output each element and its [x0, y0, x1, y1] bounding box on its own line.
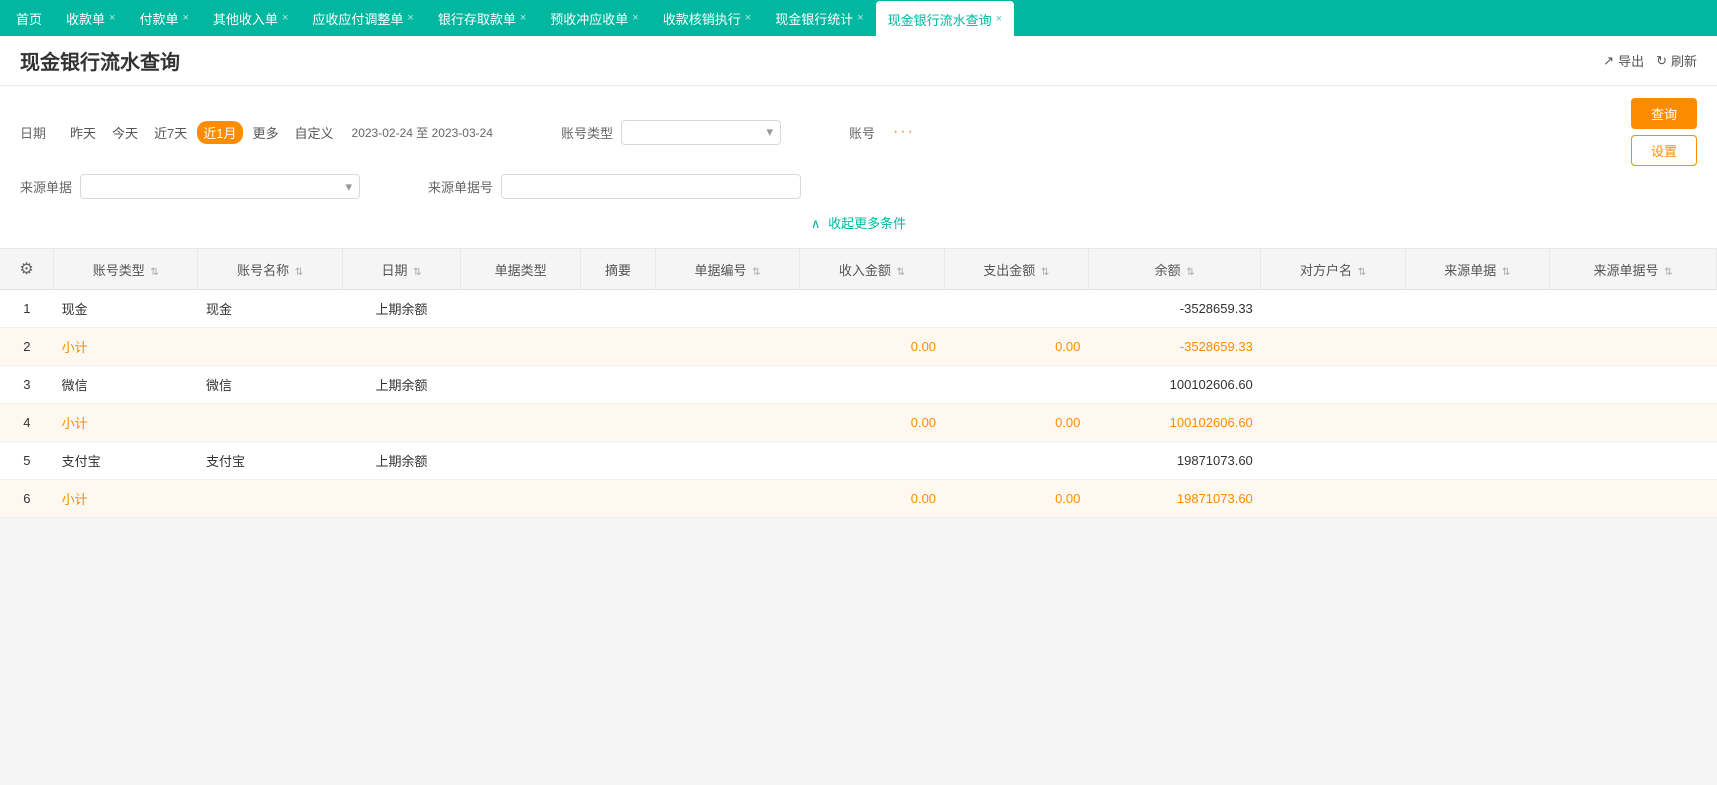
- shortcut-more[interactable]: 更多: [247, 121, 285, 144]
- col-doc-no[interactable]: 单据编号 ⇅: [655, 249, 799, 290]
- col-account-type[interactable]: 账号类型 ⇅: [54, 249, 198, 290]
- table-header: ⚙ 账号类型 ⇅ 账号名称 ⇅ 日期 ⇅ 单据类型 摘要 单据编号 ⇅ 收入金额…: [0, 249, 1717, 290]
- col-expense[interactable]: 支出金额 ⇅: [944, 249, 1088, 290]
- account-group: 账号 ···: [849, 123, 915, 142]
- source-doc-label: 来源单据: [20, 177, 72, 196]
- sort-icon: ⇅: [752, 267, 760, 278]
- col-balance[interactable]: 余额 ⇅: [1088, 249, 1260, 290]
- account-type-group: 账号类型: [561, 120, 781, 145]
- col-source-doc-no[interactable]: 来源单据号 ⇅: [1549, 249, 1716, 290]
- close-icon[interactable]: ×: [857, 12, 863, 24]
- header-actions: ↗ 导出 ↻ 刷新: [1603, 51, 1697, 70]
- refresh-icon: ↻: [1656, 53, 1667, 69]
- account-type-select[interactable]: [621, 120, 781, 145]
- close-icon[interactable]: ×: [407, 12, 413, 24]
- action-buttons: 查询 设置: [1631, 98, 1697, 166]
- setting-button[interactable]: 设置: [1631, 135, 1697, 166]
- table-row: 1现金现金上期余额-3528659.33: [0, 290, 1717, 328]
- page-header: 现金银行流水查询 ↗ 导出 ↻ 刷新: [0, 36, 1717, 86]
- data-table: ⚙ 账号类型 ⇅ 账号名称 ⇅ 日期 ⇅ 单据类型 摘要 单据编号 ⇅ 收入金额…: [0, 249, 1717, 518]
- col-income[interactable]: 收入金额 ⇅: [800, 249, 944, 290]
- header-row: ⚙ 账号类型 ⇅ 账号名称 ⇅ 日期 ⇅ 单据类型 摘要 单据编号 ⇅ 收入金额…: [0, 249, 1717, 290]
- source-doc-no-group: 来源单据号: [428, 174, 801, 199]
- close-icon[interactable]: ×: [632, 12, 638, 24]
- chevron-up-icon: ∧: [811, 216, 821, 231]
- source-doc-select[interactable]: [80, 174, 360, 199]
- collapse-bar[interactable]: ∧ 收起更多条件: [20, 207, 1697, 236]
- col-source-doc[interactable]: 来源单据 ⇅: [1405, 249, 1549, 290]
- sort-icon: ⇅: [1041, 267, 1049, 278]
- sort-icon: ⇅: [1664, 267, 1672, 278]
- shortcut-yesterday[interactable]: 昨天: [64, 121, 102, 144]
- refresh-button[interactable]: ↻ 刷新: [1656, 51, 1697, 70]
- col-summary: 摘要: [581, 249, 656, 290]
- sort-icon: ⇅: [1502, 267, 1510, 278]
- source-doc-no-label: 来源单据号: [428, 177, 493, 196]
- date-label: 日期: [20, 123, 56, 142]
- sort-icon: ⇅: [896, 267, 904, 278]
- table-row: 4小计0.000.00100102606.60: [0, 404, 1717, 442]
- shortcut-today[interactable]: 今天: [106, 121, 144, 144]
- export-icon: ↗: [1603, 53, 1614, 69]
- sort-icon: ⇅: [413, 267, 421, 278]
- date-range: 2023-02-24 至 2023-03-24: [352, 124, 493, 141]
- filter-row-source: 来源单据 来源单据号: [20, 174, 1697, 199]
- sort-icon: ⇅: [1358, 267, 1366, 278]
- more-dots-icon[interactable]: ···: [893, 123, 915, 141]
- nav-advance[interactable]: 预收冲应收单 ×: [538, 0, 650, 36]
- table-row: 6小计0.000.0019871073.60: [0, 480, 1717, 518]
- shortcut-custom[interactable]: 自定义: [289, 121, 340, 144]
- close-icon[interactable]: ×: [109, 12, 115, 24]
- shortcut-7days[interactable]: 近7天: [148, 121, 193, 144]
- sort-icon: ⇅: [295, 267, 303, 278]
- close-icon[interactable]: ×: [996, 13, 1002, 25]
- filter-row-date: 日期 昨天 今天 近7天 近1月 更多 自定义 2023-02-24 至 202…: [20, 98, 1697, 166]
- nav-verification[interactable]: 收款核销执行 ×: [651, 0, 763, 36]
- sort-icon: ⇅: [1186, 267, 1194, 278]
- filter-area: 日期 昨天 今天 近7天 近1月 更多 自定义 2023-02-24 至 202…: [0, 86, 1717, 249]
- account-type-select-wrapper: [621, 120, 781, 145]
- table-container: ⚙ 账号类型 ⇅ 账号名称 ⇅ 日期 ⇅ 单据类型 摘要 单据编号 ⇅ 收入金额…: [0, 249, 1717, 518]
- nav-cash-bank-stats[interactable]: 现金银行统计 ×: [763, 0, 875, 36]
- nav-payment[interactable]: 付款单 ×: [127, 0, 200, 36]
- gear-icon: ⚙: [19, 261, 33, 278]
- close-icon[interactable]: ×: [745, 12, 751, 24]
- nav-bank-deposit[interactable]: 银行存取款单 ×: [426, 0, 538, 36]
- close-icon[interactable]: ×: [520, 12, 526, 24]
- date-shortcuts: 昨天 今天 近7天 近1月 更多 自定义: [64, 121, 340, 144]
- source-doc-no-input[interactable]: [501, 174, 801, 199]
- col-date[interactable]: 日期 ⇅: [342, 249, 460, 290]
- table-row: 5支付宝支付宝上期余额19871073.60: [0, 442, 1717, 480]
- shortcut-1month[interactable]: 近1月: [197, 121, 242, 144]
- table-row: 2小计0.000.00-3528659.33: [0, 328, 1717, 366]
- account-label: 账号: [849, 123, 885, 142]
- nav-cash-bank-flow[interactable]: 现金银行流水查询 ×: [876, 1, 1014, 36]
- table-row: 3微信微信上期余额100102606.60: [0, 366, 1717, 404]
- nav-home[interactable]: 首页: [4, 0, 54, 36]
- source-doc-select-wrapper: [80, 174, 360, 199]
- close-icon[interactable]: ×: [282, 12, 288, 24]
- nav-receipt[interactable]: 收款单 ×: [54, 0, 127, 36]
- nav-adjustment[interactable]: 应收应付调整单 ×: [300, 0, 425, 36]
- top-navigation: 首页 收款单 × 付款单 × 其他收入单 × 应收应付调整单 × 银行存取款单 …: [0, 0, 1717, 36]
- col-doc-type: 单据类型: [461, 249, 581, 290]
- export-button[interactable]: ↗ 导出: [1603, 51, 1644, 70]
- query-button[interactable]: 查询: [1631, 98, 1697, 129]
- col-gear[interactable]: ⚙: [0, 249, 54, 290]
- table-body: 1现金现金上期余额-3528659.332小计0.000.00-3528659.…: [0, 290, 1717, 518]
- col-counterpart[interactable]: 对方户名 ⇅: [1261, 249, 1405, 290]
- sort-icon: ⇅: [150, 267, 158, 278]
- account-type-label: 账号类型: [561, 123, 613, 142]
- col-account-name[interactable]: 账号名称 ⇅: [198, 249, 342, 290]
- page-title: 现金银行流水查询: [20, 46, 180, 75]
- close-icon[interactable]: ×: [182, 12, 188, 24]
- nav-other-income[interactable]: 其他收入单 ×: [201, 0, 300, 36]
